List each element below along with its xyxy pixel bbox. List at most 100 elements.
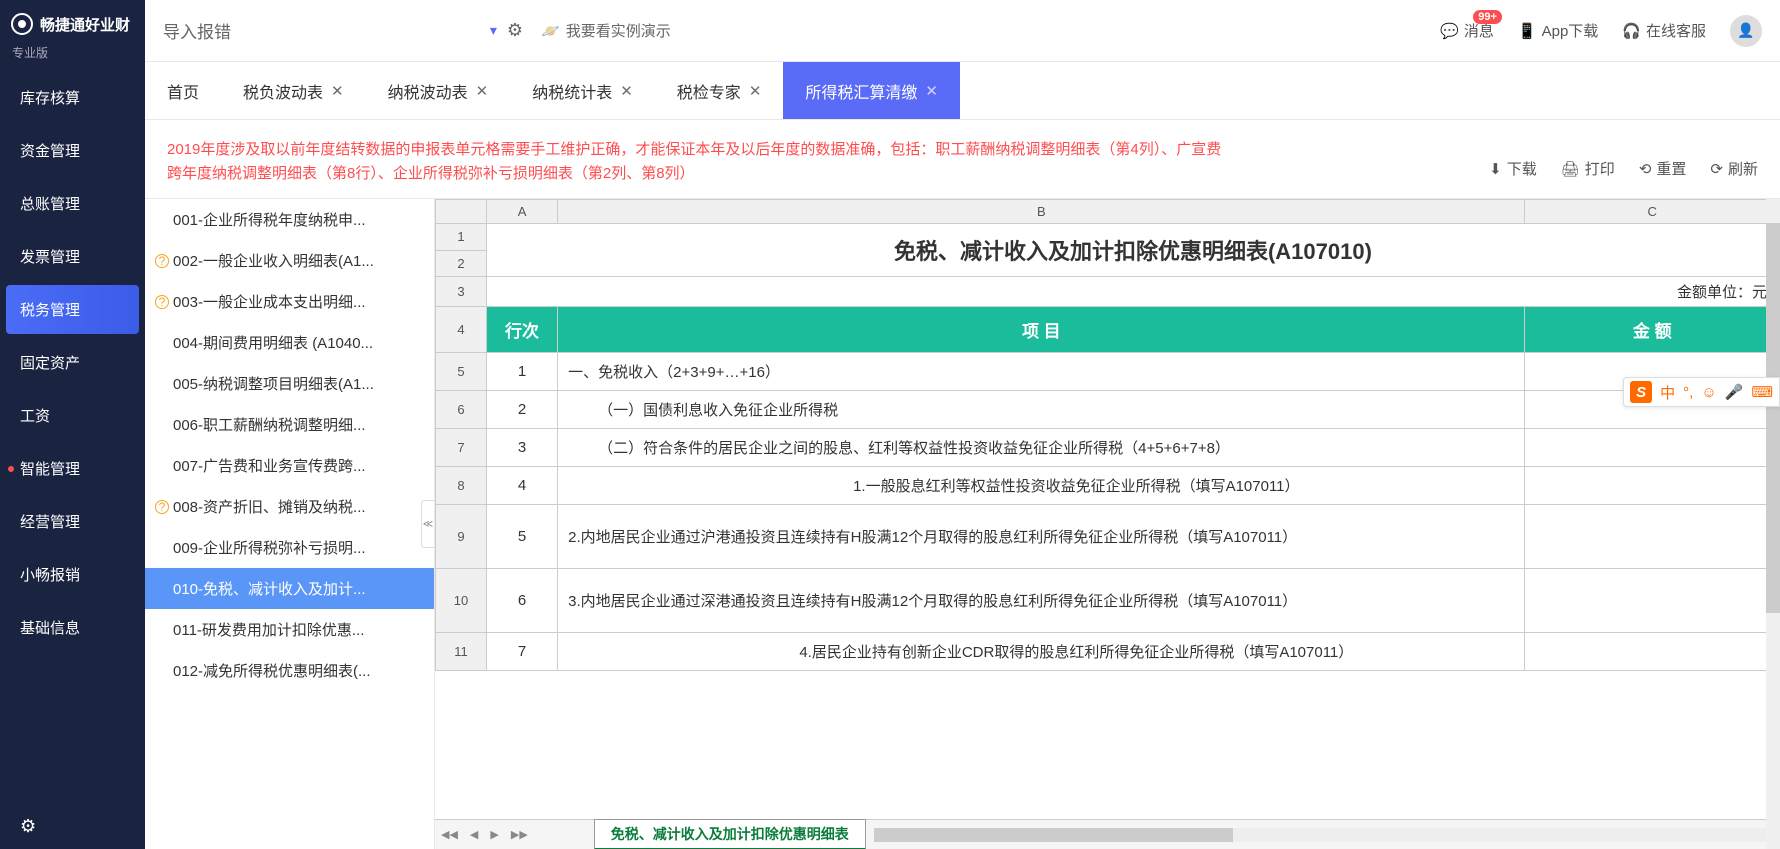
row-header[interactable]: 2 [436, 250, 487, 277]
sidebar-settings[interactable]: ⚙ [0, 804, 145, 849]
amount-cell[interactable] [1525, 429, 1780, 467]
row-header[interactable]: 8 [436, 467, 487, 505]
seq-cell[interactable]: 3 [486, 429, 557, 467]
sidebar-item-label: 小畅报销 [20, 567, 80, 584]
amount-cell[interactable] [1525, 467, 1780, 505]
tree-item[interactable]: 009-企业所得税弥补亏损明... [145, 527, 434, 568]
sheet-nav-first[interactable]: ◀◀ [435, 828, 464, 841]
avatar[interactable]: 👤 [1730, 15, 1762, 47]
row-header[interactable]: 4 [436, 307, 487, 353]
messages-button[interactable]: 💬 消息 99+ [1440, 20, 1494, 41]
sheet-tab-active[interactable]: 免税、减计收入及加计扣除优惠明细表 [594, 819, 866, 849]
sidebar-item[interactable]: 发票管理 [0, 230, 145, 283]
col-header-c[interactable]: C [1525, 200, 1780, 224]
sidebar-item[interactable]: 资金管理 [0, 124, 145, 177]
collapse-handle[interactable]: ≪ [421, 500, 435, 548]
reset-button[interactable]: ⟲重置 [1639, 158, 1687, 179]
amount-cell[interactable] [1525, 633, 1780, 671]
ime-keyboard-icon[interactable]: ⌨ [1751, 383, 1773, 401]
tree-item[interactable]: 010-免税、减计收入及加计... [145, 568, 434, 609]
sidebar-item[interactable]: 固定资产 [0, 336, 145, 389]
reset-icon: ⟲ [1639, 160, 1652, 178]
row-header[interactable]: 9 [436, 505, 487, 569]
col-header-a[interactable]: A [486, 200, 557, 224]
download-button[interactable]: ⬇下载 [1489, 158, 1537, 179]
tree-item[interactable]: 001-企业所得税年度纳税申... [145, 199, 434, 240]
seq-cell[interactable]: 6 [486, 569, 557, 633]
col-header-b[interactable]: B [558, 200, 1525, 224]
tree-item[interactable]: 012-减免所得税优惠明细表(... [145, 650, 434, 691]
seq-cell[interactable]: 1 [486, 353, 557, 391]
ime-toolbar[interactable]: S 中 °, ☺ 🎤 ⌨ [1623, 377, 1780, 407]
close-icon[interactable]: ✕ [476, 82, 489, 100]
tree-item[interactable]: 007-广告费和业务宣传费跨... [145, 445, 434, 486]
search-input[interactable] [163, 15, 480, 47]
close-icon[interactable]: ✕ [331, 82, 344, 100]
close-icon[interactable]: ✕ [925, 82, 938, 100]
tree-item[interactable]: ?008-资产折旧、摊销及纳税... [145, 486, 434, 527]
row-header[interactable]: 11 [436, 633, 487, 671]
sidebar-item[interactable]: 库存核算 [0, 71, 145, 124]
workspace-tab[interactable]: 税检专家✕ [655, 62, 784, 119]
tree-item[interactable]: ?003-一般企业成本支出明细... [145, 281, 434, 322]
workspace-tab[interactable]: 纳税波动表✕ [366, 62, 511, 119]
workspace-tab[interactable]: 税负波动表✕ [221, 62, 366, 119]
row-header[interactable]: 5 [436, 353, 487, 391]
app-download-button[interactable]: 📱 App下载 [1518, 20, 1598, 41]
seq-cell[interactable]: 5 [486, 505, 557, 569]
ime-lang[interactable]: 中 [1660, 382, 1675, 403]
settings-icon[interactable]: ⚙ [507, 20, 523, 41]
tree-item-label: 001-企业所得税年度纳税申... [173, 212, 366, 229]
refresh-button[interactable]: ⟳刷新 [1710, 158, 1758, 179]
sidebar-item[interactable]: 基础信息 [0, 601, 145, 654]
spreadsheet-grid[interactable]: A B C 1免税、减计收入及加计扣除优惠明细表(A107010) 2 3金额单… [435, 199, 1780, 819]
sidebar-item[interactable]: 小畅报销 [0, 548, 145, 601]
seq-cell[interactable]: 7 [486, 633, 557, 671]
close-icon[interactable]: ✕ [620, 82, 633, 100]
item-cell[interactable]: 3.内地居民企业通过深港通投资且连续持有H股满12个月取得的股息红利所得免征企业… [558, 569, 1525, 633]
item-cell[interactable]: （一）国债利息收入免征企业所得税 [558, 391, 1525, 429]
horizontal-scrollbar[interactable] [874, 828, 1772, 842]
scrollbar-thumb[interactable] [1766, 223, 1780, 613]
sheet-nav-next[interactable]: ▶ [484, 828, 504, 841]
tree-item[interactable]: ?002-一般企业收入明细表(A1... [145, 240, 434, 281]
sheet-nav-prev[interactable]: ◀ [464, 828, 484, 841]
workspace-tab[interactable]: 纳税统计表✕ [510, 62, 655, 119]
item-cell[interactable]: （二）符合条件的居民企业之间的股息、红利等权益性投资收益免征企业所得税（4+5+… [558, 429, 1525, 467]
item-cell[interactable]: 4.居民企业持有创新企业CDR取得的股息红利所得免征企业所得税（填写A10701… [558, 633, 1525, 671]
seq-cell[interactable]: 2 [486, 391, 557, 429]
ime-emoji-icon[interactable]: ☺ [1701, 384, 1716, 401]
row-header[interactable]: 3 [436, 277, 487, 307]
tree-item[interactable]: 004-期间费用明细表 (A1040... [145, 322, 434, 363]
print-button[interactable]: 🖨打印 [1561, 158, 1615, 179]
demo-link[interactable]: 🪐 我要看实例演示 [541, 20, 671, 41]
vertical-scrollbar[interactable] [1766, 199, 1780, 849]
sidebar-item[interactable]: 经营管理 [0, 495, 145, 548]
tree-item[interactable]: 006-职工薪酬纳税调整明细... [145, 404, 434, 445]
amount-cell[interactable] [1525, 569, 1780, 633]
sidebar-item[interactable]: 总账管理 [0, 177, 145, 230]
row-header[interactable]: 7 [436, 429, 487, 467]
item-cell[interactable]: 2.内地居民企业通过沪港通投资且连续持有H股满12个月取得的股息红利所得免征企业… [558, 505, 1525, 569]
ime-mic-icon[interactable]: 🎤 [1725, 383, 1744, 401]
close-icon[interactable]: ✕ [749, 82, 762, 100]
row-header[interactable]: 6 [436, 391, 487, 429]
workspace-tab[interactable]: 所得税汇算清缴✕ [783, 62, 960, 119]
scrollbar-thumb[interactable] [874, 828, 1233, 842]
item-cell[interactable]: 一、免税收入（2+3+9+…+16） [558, 353, 1525, 391]
seq-cell[interactable]: 4 [486, 467, 557, 505]
ime-punct-icon[interactable]: °, [1683, 384, 1693, 401]
sidebar-item[interactable]: 工资 [0, 389, 145, 442]
support-button[interactable]: 🎧 在线客服 [1622, 20, 1706, 41]
row-header[interactable]: 1 [436, 224, 487, 251]
tree-item[interactable]: 005-纳税调整项目明细表(A1... [145, 363, 434, 404]
sheet-nav-last[interactable]: ▶▶ [505, 828, 534, 841]
row-header[interactable]: 10 [436, 569, 487, 633]
sidebar-item[interactable]: 税务管理 [6, 285, 139, 334]
amount-cell[interactable] [1525, 505, 1780, 569]
item-cell[interactable]: 1.一般股息红利等权益性投资收益免征企业所得税（填写A107011） [558, 467, 1525, 505]
tree-item[interactable]: 011-研发费用加计扣除优惠... [145, 609, 434, 650]
sidebar-item[interactable]: 智能管理 [0, 442, 145, 495]
workspace-tab[interactable]: 首页 [145, 62, 221, 119]
chevron-down-icon[interactable]: ▾ [490, 22, 497, 39]
